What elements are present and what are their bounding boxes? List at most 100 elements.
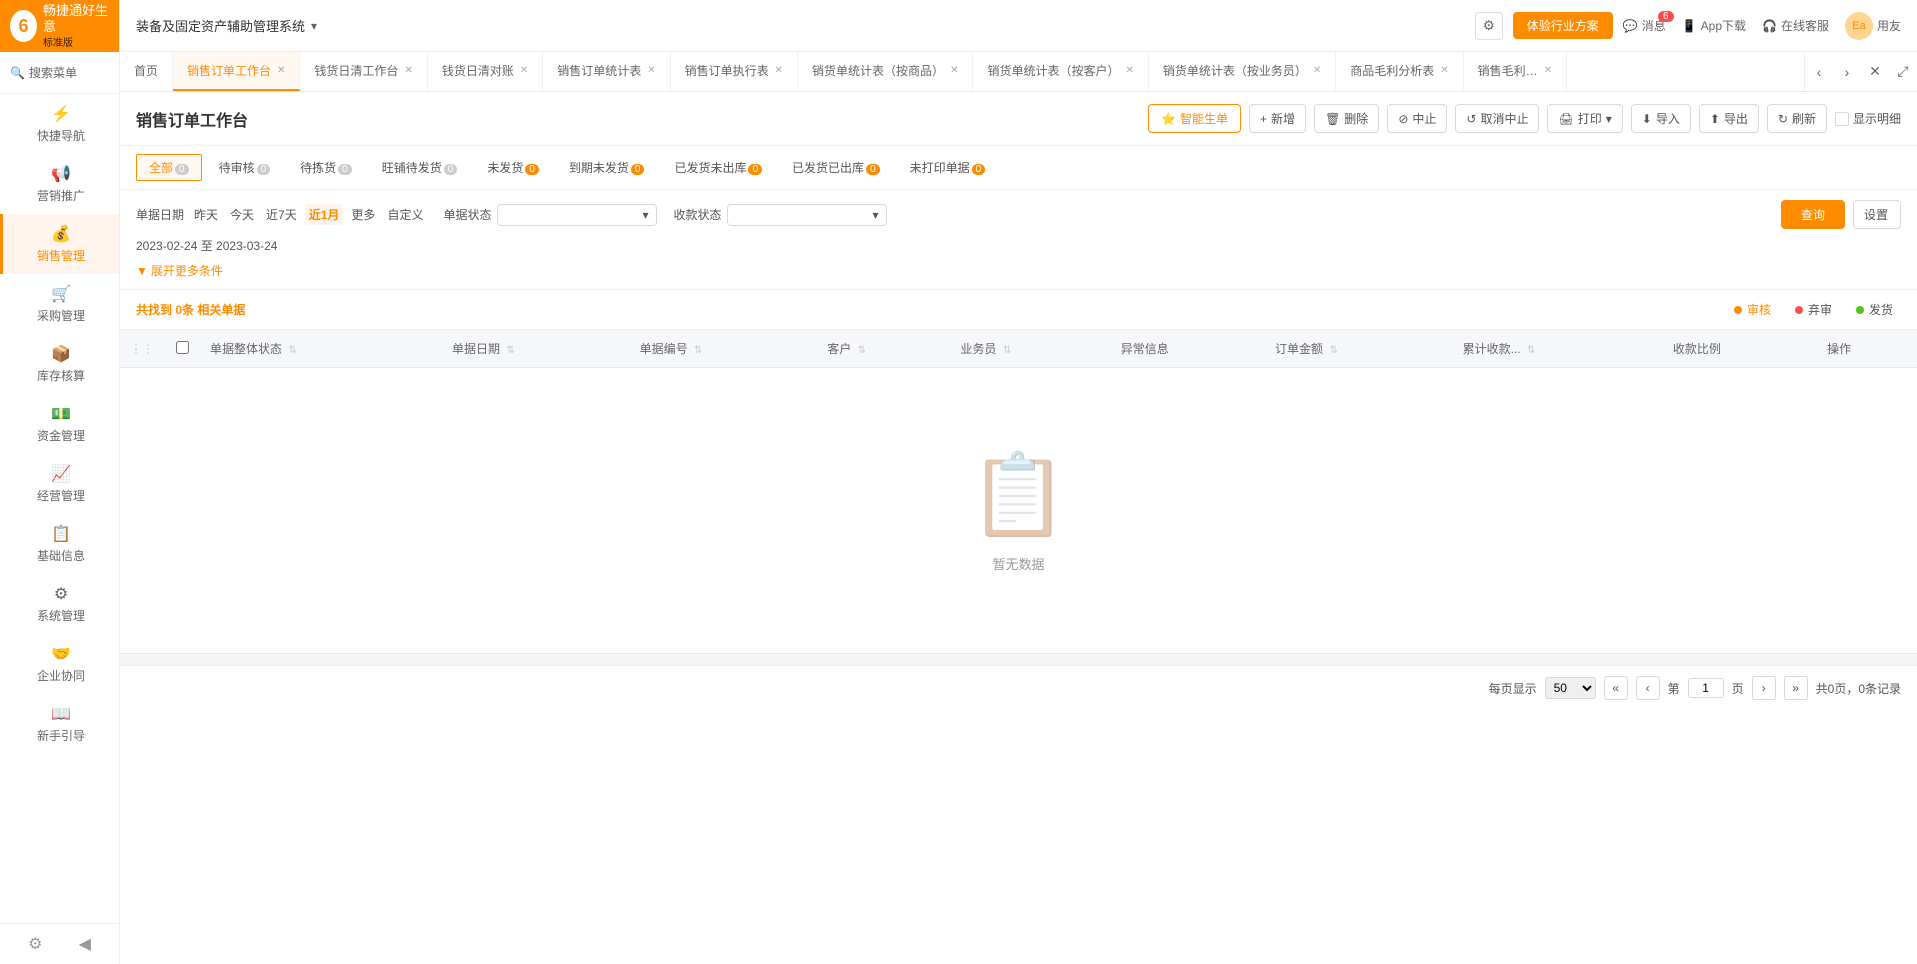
- search-menu-button[interactable]: 🔍 搜索菜单: [10, 60, 109, 85]
- refresh-btn[interactable]: ↻ 刷新: [1767, 104, 1827, 133]
- tab-close-7[interactable]: ✕: [1125, 65, 1133, 76]
- online-service-btn[interactable]: 🎧 在线客服: [1762, 17, 1829, 34]
- sidebar-nav-item-4[interactable]: 📦库存核算: [0, 334, 119, 394]
- show-detail-label[interactable]: 显示明细: [1835, 110, 1901, 127]
- tab-0[interactable]: 首页: [120, 52, 173, 91]
- tab-1[interactable]: 销售订单工作台✕: [173, 52, 300, 91]
- sidebar-nav-item-8[interactable]: ⚙系统管理: [0, 574, 119, 634]
- date-option-btn-0[interactable]: 昨天: [190, 204, 222, 225]
- user-menu-btn[interactable]: Ea 用友: [1845, 12, 1901, 40]
- tab-9[interactable]: 商品毛利分析表✕: [1336, 52, 1463, 91]
- sub-tab-2[interactable]: 待拣货0: [287, 154, 365, 181]
- th-number[interactable]: 单据编号 ⇅: [630, 330, 818, 368]
- sidebar-nav-item-3[interactable]: 🛒采购管理: [0, 274, 119, 334]
- tab-close-6[interactable]: ✕: [950, 65, 958, 76]
- date-option-btn-4[interactable]: 更多: [347, 204, 379, 225]
- tab-close-2[interactable]: ✕: [404, 65, 412, 76]
- cancel-audit-btn[interactable]: 弃审: [1787, 298, 1840, 321]
- import-btn[interactable]: ⬇ 导入: [1631, 104, 1691, 133]
- date-option-btn-3[interactable]: 近1月: [305, 204, 344, 225]
- sidebar-nav-item-5[interactable]: 💵资金管理: [0, 394, 119, 454]
- table-wrap: ⋮⋮ 单据整体状态 ⇅ 单据日期 ⇅ 单据编号 ⇅ 客户 ⇅ 业务员 ⇅ 异常信…: [120, 330, 1917, 653]
- sub-tab-3[interactable]: 旺铺待发货0: [369, 154, 471, 181]
- tab-6[interactable]: 销货单统计表（按商品）✕: [798, 52, 973, 91]
- th-collected[interactable]: 累计收款... ⇅: [1453, 330, 1663, 368]
- th-amount[interactable]: 订单金额 ⇅: [1265, 330, 1453, 368]
- sub-tab-8[interactable]: 未打印单据0: [897, 154, 999, 181]
- date-option-btn-1[interactable]: 今天: [226, 204, 258, 225]
- select-all-checkbox[interactable]: [176, 341, 189, 354]
- sidebar-nav-item-0[interactable]: ⚡快捷导航: [0, 94, 119, 154]
- tab-8[interactable]: 销货单统计表（按业务员）✕: [1149, 52, 1336, 91]
- sub-tab-7[interactable]: 已发货已出库0: [779, 154, 893, 181]
- last-page-btn[interactable]: »: [1784, 676, 1808, 700]
- tab-close-4[interactable]: ✕: [647, 65, 655, 76]
- sub-tab-5[interactable]: 到期未发货0: [556, 154, 658, 181]
- tab-3[interactable]: 钱货日清对账✕: [428, 52, 543, 91]
- smart-btn[interactable]: ⭐ 智能生单: [1148, 104, 1241, 133]
- sub-tab-1[interactable]: 待审核0: [206, 154, 284, 181]
- show-detail-checkbox[interactable]: [1835, 112, 1849, 126]
- query-btn[interactable]: 查询: [1781, 200, 1845, 229]
- prev-page-btn[interactable]: ‹: [1636, 676, 1660, 700]
- tab-close-9[interactable]: ✕: [1440, 65, 1448, 76]
- new-btn[interactable]: + 新增: [1249, 104, 1306, 133]
- expand-filter-btn[interactable]: ▼ 展开更多条件: [136, 262, 223, 279]
- sidebar-collapse-button[interactable]: ◀: [79, 934, 91, 954]
- tab-2[interactable]: 钱货日清工作台✕: [300, 52, 427, 91]
- tab-close-3[interactable]: ✕: [520, 65, 528, 76]
- date-option-btn-2[interactable]: 近7天: [262, 204, 301, 225]
- sidebar-settings-button[interactable]: ⚙: [28, 934, 42, 954]
- page-input[interactable]: [1688, 678, 1724, 698]
- delete-btn[interactable]: 🗑 删除: [1314, 104, 1379, 133]
- sidebar-nav-item-1[interactable]: 📢营销推广: [0, 154, 119, 214]
- sub-tab-0[interactable]: 全部0: [136, 154, 202, 181]
- settings-btn[interactable]: 设置: [1853, 200, 1901, 229]
- stop-btn[interactable]: ⊘ 中止: [1387, 104, 1447, 133]
- tab-10[interactable]: 销售毛利…✕: [1464, 52, 1567, 91]
- sidebar-nav-item-2[interactable]: 💰销售管理: [0, 214, 119, 274]
- th-date[interactable]: 单据日期 ⇅: [442, 330, 630, 368]
- sidebar-nav-item-9[interactable]: 🤝企业协同: [0, 634, 119, 694]
- cancel-stop-btn[interactable]: ↺ 取消中止: [1455, 104, 1539, 133]
- tabs-prev-btn[interactable]: ‹: [1805, 53, 1833, 90]
- sidebar-nav-item-6[interactable]: 📈经营管理: [0, 454, 119, 514]
- print-btn[interactable]: 🖨 打印 ▾: [1547, 104, 1622, 133]
- sidebar-nav-item-7[interactable]: 📋基础信息: [0, 514, 119, 574]
- search-icon: 🔍: [10, 66, 25, 80]
- th-salesman[interactable]: 业务员 ⇅: [950, 330, 1110, 368]
- audit-btn[interactable]: 审核: [1726, 298, 1779, 321]
- next-page-btn[interactable]: ›: [1752, 676, 1776, 700]
- first-page-btn[interactable]: «: [1604, 676, 1628, 700]
- topbar-settings-button[interactable]: ⚙: [1475, 12, 1503, 40]
- date-option-btn-5[interactable]: 自定义: [383, 204, 427, 225]
- tabs-maximize-btn[interactable]: ⤢: [1889, 53, 1917, 90]
- trial-btn[interactable]: 体验行业方案: [1513, 12, 1613, 39]
- tabs-close-all-btn[interactable]: ✕: [1861, 53, 1889, 90]
- tab-close-1[interactable]: ✕: [277, 65, 285, 76]
- tab-4[interactable]: 销售订单统计表✕: [543, 52, 670, 91]
- sub-tab-label-8: 未打印单据: [910, 161, 970, 175]
- messages-btn[interactable]: 💬 消息 6: [1623, 17, 1666, 34]
- th-actions: 操作: [1817, 330, 1917, 368]
- sidebar-nav-item-10[interactable]: 📖新手引导: [0, 694, 119, 754]
- filter-actions: 查询 设置: [1781, 200, 1901, 229]
- tab-close-5[interactable]: ✕: [775, 65, 783, 76]
- tab-close-8[interactable]: ✕: [1313, 65, 1321, 76]
- ship-btn[interactable]: 发货: [1848, 298, 1901, 321]
- horizontal-scrollbar[interactable]: [120, 653, 1917, 665]
- tab-7[interactable]: 销货单统计表（按客户）✕: [973, 52, 1148, 91]
- per-page-select[interactable]: 50 100 200: [1545, 677, 1596, 699]
- export-btn[interactable]: ⬆ 导出: [1699, 104, 1759, 133]
- th-checkbox[interactable]: [164, 330, 200, 368]
- status-select[interactable]: ▾: [497, 204, 657, 226]
- th-customer[interactable]: 客户 ⇅: [817, 330, 950, 368]
- app-download-btn[interactable]: 📱 App下载: [1682, 17, 1746, 34]
- payment-select[interactable]: ▾: [727, 204, 887, 226]
- tab-5[interactable]: 销售订单执行表✕: [671, 52, 798, 91]
- sub-tab-4[interactable]: 未发货0: [474, 154, 552, 181]
- tab-close-10[interactable]: ✕: [1544, 65, 1552, 76]
- system-title-dropdown[interactable]: ▾: [311, 19, 317, 33]
- tabs-next-btn[interactable]: ›: [1833, 53, 1861, 90]
- sub-tab-6[interactable]: 已发货未出库0: [661, 154, 775, 181]
